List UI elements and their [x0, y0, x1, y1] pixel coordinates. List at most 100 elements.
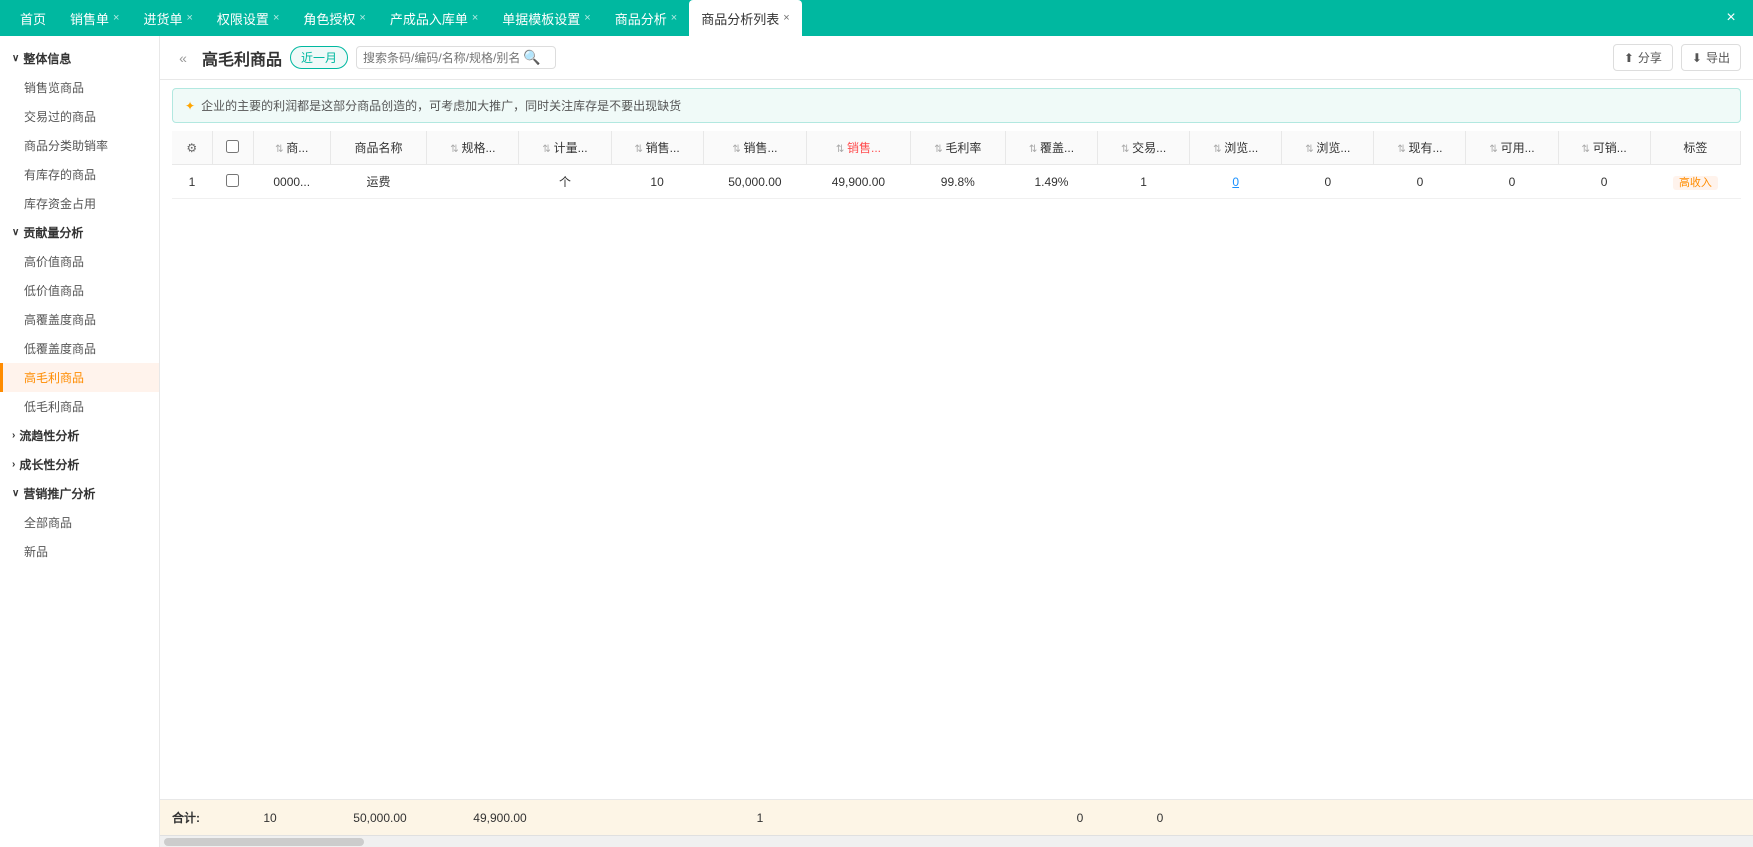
footer-gap4: [880, 811, 960, 825]
tip-bar: ✦ 企业的主要的利润都是这部分商品创造的，可考虑加大推广，同时关注库存是不要出现…: [172, 88, 1741, 123]
footer-gap1: [560, 811, 640, 825]
sidebar-item-low-value[interactable]: 低价值商品: [0, 276, 159, 305]
nav-item-purchase[interactable]: 进货单 ×: [131, 0, 204, 36]
footer-gap3: [800, 811, 880, 825]
sidebar-group-trend[interactable]: › 流趋性分析: [0, 421, 159, 450]
sidebar-item-sales-overview[interactable]: 销售览商品: [0, 73, 159, 102]
col-gross-margin[interactable]: 毛利率: [910, 131, 1005, 165]
nav-close-permission[interactable]: ×: [273, 12, 279, 24]
col-available-stock[interactable]: 可用...: [1466, 131, 1558, 165]
nav-item-analysis[interactable]: 商品分析 ×: [603, 0, 689, 36]
export-button[interactable]: ⬇ 导出: [1681, 44, 1741, 71]
footer-cells: 10 50,000.00 49,900.00 1 0 0: [220, 811, 1741, 825]
share-button[interactable]: ⬆ 分享: [1613, 44, 1673, 71]
cell-browse1[interactable]: 0: [1190, 165, 1282, 199]
window-close-button[interactable]: ×: [1717, 4, 1745, 32]
nav-item-permission[interactable]: 权限设置 ×: [205, 0, 291, 36]
footer-gap2: [640, 811, 720, 825]
nav-close-sales[interactable]: ×: [113, 12, 119, 24]
sidebar-item-high-margin[interactable]: 高毛利商品: [0, 363, 159, 392]
sidebar-item-low-coverage[interactable]: 低覆盖度商品: [0, 334, 159, 363]
sidebar-group-marketing[interactable]: ∨ 营销推广分析: [0, 479, 159, 508]
share-icon: ⬆: [1624, 51, 1634, 65]
footer-available-stock: 0: [1040, 811, 1120, 825]
row-checkbox[interactable]: [226, 174, 239, 187]
cell-browse2: 0: [1282, 165, 1374, 199]
tip-text: 企业的主要的利润都是这部分商品创造的，可考虑加大推广，同时关注库存是不要出现缺货: [201, 97, 681, 114]
sidebar-item-new-products[interactable]: 新品: [0, 537, 159, 566]
cell-transactions: 1: [1098, 165, 1190, 199]
arrow-growth: ›: [12, 459, 15, 470]
footer-saleable-stock: 0: [1120, 811, 1200, 825]
col-tag[interactable]: 标签: [1650, 131, 1740, 165]
nav-close-purchase[interactable]: ×: [186, 12, 192, 24]
col-current-stock[interactable]: 现有...: [1374, 131, 1466, 165]
content-area: « 高毛利商品 近一月 🔍 ⬆ 分享 ⬇ 导出 ✦ 企业的主要的利润都是这部分商…: [160, 36, 1753, 847]
sidebar-item-in-stock[interactable]: 有库存的商品: [0, 160, 159, 189]
footer-sales-qty: 10: [220, 811, 320, 825]
top-nav: 首页 销售单 × 进货单 × 权限设置 × 角色授权 × 产成品入库单 × 单据…: [0, 0, 1753, 36]
search-input[interactable]: [363, 51, 523, 65]
col-browse2[interactable]: 浏览...: [1282, 131, 1374, 165]
footer-gap5: [960, 811, 1040, 825]
col-settings[interactable]: ⚙: [172, 131, 212, 165]
arrow-marketing: ∨: [12, 488, 19, 499]
filter-recent-month-button[interactable]: 近一月: [290, 46, 348, 69]
col-code[interactable]: 商...: [253, 131, 330, 165]
nav-item-role[interactable]: 角色授权 ×: [291, 0, 377, 36]
footer-sales-profit: 49,900.00: [440, 811, 560, 825]
col-transactions[interactable]: 交易...: [1098, 131, 1190, 165]
select-all-checkbox[interactable]: [226, 140, 239, 153]
nav-close-analysis[interactable]: ×: [671, 12, 677, 24]
footer-total: 合计: 10 50,000.00 49,900.00 1 0 0: [160, 799, 1753, 835]
arrow-overall: ∨: [12, 53, 19, 64]
sidebar-item-traded[interactable]: 交易过的商品: [0, 102, 159, 131]
sidebar-item-all-products[interactable]: 全部商品: [0, 508, 159, 537]
cell-sales-qty: 10: [611, 165, 703, 199]
bottom-scroll[interactable]: [160, 835, 1753, 847]
page-title: 高毛利商品: [202, 46, 282, 70]
sidebar-group-contribution[interactable]: ∨ 贡献量分析: [0, 218, 159, 247]
sidebar-item-high-value[interactable]: 高价值商品: [0, 247, 159, 276]
col-checkbox[interactable]: [212, 131, 253, 165]
tag-badge: 高收入: [1673, 176, 1718, 190]
col-unit[interactable]: 计量...: [519, 131, 611, 165]
table-container[interactable]: ⚙ 商... 商品名称 规格... 计量... 销售... 销售... 销售..…: [160, 131, 1753, 799]
cell-checkbox[interactable]: [212, 165, 253, 199]
col-sales-amount[interactable]: 销售...: [703, 131, 807, 165]
col-browse1[interactable]: 浏览...: [1190, 131, 1282, 165]
arrow-contribution: ∨: [12, 227, 19, 238]
nav-close-template[interactable]: ×: [584, 12, 590, 24]
sidebar-collapse-button[interactable]: «: [172, 47, 194, 69]
col-coverage[interactable]: 覆盖...: [1005, 131, 1097, 165]
footer-sales-amount: 50,000.00: [320, 811, 440, 825]
sidebar-group-overall[interactable]: ∨ 整体信息: [0, 44, 159, 73]
sidebar-group-growth[interactable]: › 成长性分析: [0, 450, 159, 479]
scroll-thumb[interactable]: [164, 838, 364, 846]
sidebar-item-stock-capital[interactable]: 库存资金占用: [0, 189, 159, 218]
nav-close-role[interactable]: ×: [359, 12, 365, 24]
col-sales-profit[interactable]: 销售...: [807, 131, 911, 165]
content-header: « 高毛利商品 近一月 🔍 ⬆ 分享 ⬇ 导出: [160, 36, 1753, 80]
sidebar-item-high-coverage[interactable]: 高覆盖度商品: [0, 305, 159, 334]
sidebar-item-category-rate[interactable]: 商品分类助销率: [0, 131, 159, 160]
export-icon: ⬇: [1692, 51, 1702, 65]
cell-name: 运费: [330, 165, 427, 199]
cell-sales-amount: 50,000.00: [703, 165, 807, 199]
sidebar-item-low-margin[interactable]: 低毛利商品: [0, 392, 159, 421]
nav-close-analysis-list[interactable]: ×: [783, 12, 789, 24]
col-spec[interactable]: 规格...: [427, 131, 519, 165]
sidebar: ∨ 整体信息 销售览商品 交易过的商品 商品分类助销率 有库存的商品 库存资金占…: [0, 36, 160, 847]
nav-item-template[interactable]: 单据模板设置 ×: [490, 0, 602, 36]
nav-item-sales[interactable]: 销售单 ×: [58, 0, 131, 36]
nav-item-analysis-list[interactable]: 商品分析列表 ×: [689, 0, 801, 36]
search-icon[interactable]: 🔍: [523, 49, 540, 66]
col-sales-qty[interactable]: 销售...: [611, 131, 703, 165]
nav-close-product-in[interactable]: ×: [472, 12, 478, 24]
nav-item-home[interactable]: 首页: [8, 0, 58, 36]
cell-available-stock: 0: [1466, 165, 1558, 199]
col-name[interactable]: 商品名称: [330, 131, 427, 165]
col-saleable-stock[interactable]: 可销...: [1558, 131, 1650, 165]
cell-spec: [427, 165, 519, 199]
nav-item-product-in[interactable]: 产成品入库单 ×: [378, 0, 490, 36]
